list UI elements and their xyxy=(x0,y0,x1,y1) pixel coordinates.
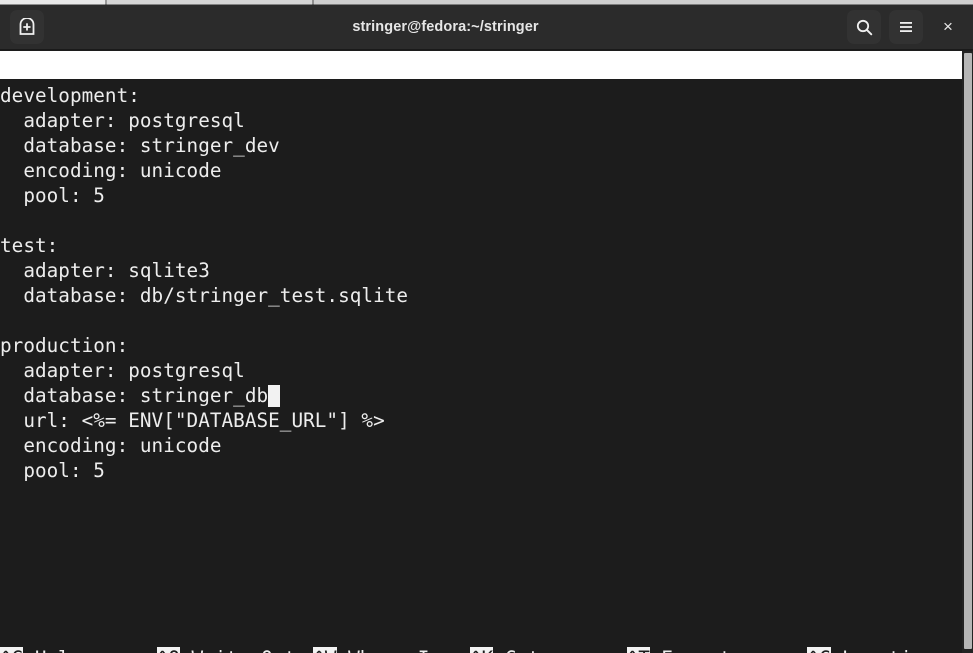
shortcut-label: Execute xyxy=(650,647,742,653)
editor-line[interactable] xyxy=(0,208,973,233)
editor-line-text: adapter: postgresql xyxy=(0,359,245,382)
hamburger-menu-icon xyxy=(900,22,912,32)
editor-line-text: adapter: sqlite3 xyxy=(0,259,210,282)
editor-line[interactable]: database: stringer_dev xyxy=(0,133,973,158)
window-titlebar: stringer@fedora:~/stringer × xyxy=(0,5,973,50)
shortcut-key: ^K xyxy=(469,647,494,653)
new-tab-button[interactable] xyxy=(10,10,44,44)
editor-line[interactable]: url: <%= ENV["DATABASE_URL"] %> xyxy=(0,408,973,433)
shortcut-label: Where Is xyxy=(337,647,441,653)
shortcut-key: ^C xyxy=(807,647,831,653)
text-cursor xyxy=(268,385,281,407)
scrollbar-thumb[interactable] xyxy=(964,53,972,649)
shortcut-label: Write Out xyxy=(180,647,296,653)
menu-button[interactable] xyxy=(889,10,923,44)
search-button[interactable] xyxy=(847,10,881,44)
shortcut-item[interactable]: ^O Write Out xyxy=(156,646,296,653)
editor-line-text: adapter: postgresql xyxy=(0,109,245,132)
shortcut-row: ^G Help ^O Write Out ^W Where Is ^K Cut ^T E… xyxy=(0,646,962,653)
shortcut-label: Location xyxy=(831,647,935,653)
editor-line-text: database: stringer_dev xyxy=(0,134,280,157)
shortcut-key: ^T xyxy=(626,647,650,653)
editor-line-text: test: xyxy=(0,234,59,257)
header-bar-right-edge xyxy=(960,51,962,79)
editor-line[interactable]: pool: 5 xyxy=(0,458,973,483)
shortcut-item[interactable]: ^G Help xyxy=(0,646,81,653)
editor-line[interactable]: encoding: unicode xyxy=(0,158,973,183)
terminal-content[interactable]: GNU nano 5.3 /home/stringer/stringer/con… xyxy=(0,51,973,653)
editor-line[interactable]: development: xyxy=(0,83,973,108)
shortcut-item[interactable]: ^K Cut xyxy=(469,646,540,653)
editor-line[interactable]: encoding: unicode xyxy=(0,433,973,458)
editor-line[interactable]: adapter: sqlite3 xyxy=(0,258,973,283)
editor-line[interactable]: database: stringer_db xyxy=(0,383,973,408)
editor-line[interactable]: pool: 5 xyxy=(0,183,973,208)
editor-line-text: production: xyxy=(0,334,129,357)
window-title: stringer@fedora:~/stringer xyxy=(352,19,539,35)
close-button[interactable]: × xyxy=(931,10,965,44)
shortcut-key: ^G xyxy=(0,647,24,653)
editor-line-text: pool: 5 xyxy=(0,459,105,482)
editor-line[interactable]: database: db/stringer_test.sqlite xyxy=(0,283,973,308)
editor-line[interactable]: test: xyxy=(0,233,973,258)
editor-line-text: database: db/stringer_test.sqlite xyxy=(0,284,409,307)
shortcut-item[interactable]: ^C Location xyxy=(807,646,935,653)
editor-line-text: url: <%= ENV["DATABASE_URL"] %> xyxy=(0,409,385,432)
shortcut-key: ^W xyxy=(313,647,337,653)
new-tab-icon xyxy=(19,18,35,35)
editor-line[interactable]: production: xyxy=(0,333,973,358)
editor-line-text: development: xyxy=(0,84,140,107)
terminal-window: stringer@fedora:~/stringer × GNU na xyxy=(0,0,973,653)
search-icon xyxy=(856,19,872,35)
shortcut-key: ^O xyxy=(156,647,180,653)
editor-line-text: pool: 5 xyxy=(0,184,105,207)
titlebar-actions: × xyxy=(847,10,965,44)
editor-line[interactable] xyxy=(0,308,973,333)
shortcut-item[interactable]: ^W Where Is xyxy=(313,646,441,653)
nano-header-bar: GNU nano 5.3 /home/stringer/stringer/con… xyxy=(0,51,962,79)
editor-line-text: database: stringer_db xyxy=(0,384,269,407)
editor-line[interactable]: adapter: postgresql xyxy=(0,358,973,383)
editor-line-text: encoding: unicode xyxy=(0,159,222,182)
shortcut-label: Help xyxy=(23,647,81,653)
editor-line-text: encoding: unicode xyxy=(0,434,222,457)
shortcut-item[interactable]: ^T Execute xyxy=(626,646,743,653)
shortcut-label: Cut xyxy=(493,647,540,653)
editor-line[interactable]: adapter: postgresql xyxy=(0,108,973,133)
terminal-scrollbar[interactable] xyxy=(962,51,973,653)
